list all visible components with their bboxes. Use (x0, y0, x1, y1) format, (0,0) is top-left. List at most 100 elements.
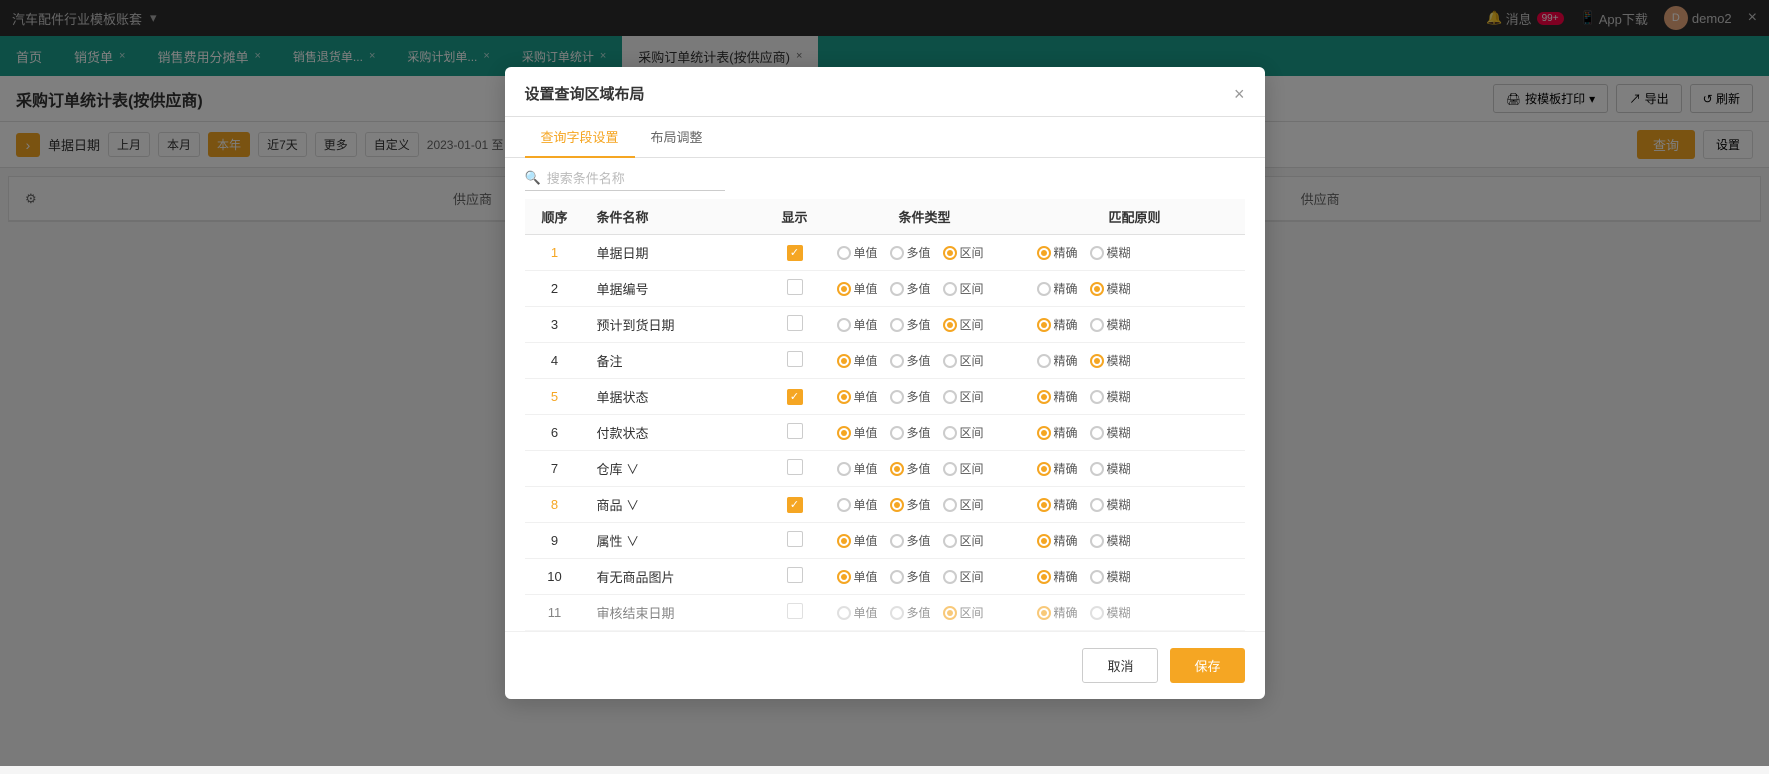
cell-name: 单据状态 (585, 379, 765, 414)
type-multi[interactable]: 多值 (890, 424, 931, 441)
match-fuzzy[interactable]: 模糊 (1090, 496, 1131, 513)
radio-single (837, 318, 851, 332)
type-single[interactable]: 单值 (837, 460, 878, 477)
match-fuzzy[interactable]: 模糊 (1090, 280, 1131, 297)
type-multi[interactable]: 多值 (890, 496, 931, 513)
match-exact[interactable]: 精确 (1037, 280, 1078, 297)
display-checkbox[interactable] (787, 459, 803, 475)
table-row: 11 审核结束日期 单值 多值 区间 精确 模糊 (525, 595, 1245, 631)
type-range[interactable]: 区间 (943, 352, 984, 369)
type-single[interactable]: 单值 (837, 604, 878, 621)
radio-exact (1037, 570, 1051, 584)
search-input[interactable] (547, 171, 707, 186)
settings-dialog: 设置查询区域布局 × 查询字段设置 布局调整 🔍 顺序 条件名称 显示 条件类型… (505, 67, 1265, 699)
type-multi[interactable]: 多值 (890, 280, 931, 297)
match-fuzzy[interactable]: 模糊 (1090, 316, 1131, 333)
type-multi[interactable]: 多值 (890, 316, 931, 333)
type-range[interactable]: 区间 (943, 424, 984, 441)
type-multi[interactable]: 多值 (890, 604, 931, 621)
cell-display[interactable] (765, 488, 825, 521)
display-checkbox[interactable] (787, 423, 803, 439)
type-single[interactable]: 单值 (837, 280, 878, 297)
match-fuzzy[interactable]: 模糊 (1090, 424, 1131, 441)
match-exact[interactable]: 精确 (1037, 568, 1078, 585)
match-fuzzy[interactable]: 模糊 (1090, 352, 1131, 369)
match-fuzzy[interactable]: 模糊 (1090, 244, 1131, 261)
tab-query-fields[interactable]: 查询字段设置 (525, 117, 635, 158)
type-range[interactable]: 区间 (943, 244, 984, 261)
radio-exact (1037, 390, 1051, 404)
display-checkbox[interactable] (787, 279, 803, 295)
match-exact[interactable]: 精确 (1037, 316, 1078, 333)
type-range[interactable]: 区间 (943, 532, 984, 549)
cell-display[interactable] (765, 523, 825, 558)
type-multi[interactable]: 多值 (890, 460, 931, 477)
type-single[interactable]: 单值 (837, 496, 878, 513)
match-exact[interactable]: 精确 (1037, 388, 1078, 405)
radio-multi (890, 318, 904, 332)
tab-layout[interactable]: 布局调整 (635, 117, 719, 158)
cell-type: 单值 多值 区间 (825, 596, 1025, 629)
radio-single (837, 606, 851, 620)
cell-display[interactable] (765, 343, 825, 378)
cell-display[interactable] (765, 451, 825, 486)
match-fuzzy[interactable]: 模糊 (1090, 568, 1131, 585)
type-range[interactable]: 区间 (943, 280, 984, 297)
type-range[interactable]: 区间 (943, 496, 984, 513)
display-checkbox[interactable] (787, 245, 803, 261)
match-exact[interactable]: 精确 (1037, 244, 1078, 261)
type-single[interactable]: 单值 (837, 532, 878, 549)
radio-single (837, 570, 851, 584)
type-single[interactable]: 单值 (837, 424, 878, 441)
cell-display[interactable] (765, 271, 825, 306)
cell-name: 有无商品图片 (585, 559, 765, 594)
match-exact[interactable]: 精确 (1037, 604, 1078, 621)
display-checkbox[interactable] (787, 531, 803, 547)
match-exact[interactable]: 精确 (1037, 496, 1078, 513)
type-single[interactable]: 单值 (837, 568, 878, 585)
save-button[interactable]: 保存 (1170, 648, 1244, 683)
radio-exact (1037, 282, 1051, 296)
dialog-tabs: 查询字段设置 布局调整 (505, 117, 1265, 158)
type-range[interactable]: 区间 (943, 316, 984, 333)
cell-display[interactable] (765, 415, 825, 450)
type-range[interactable]: 区间 (943, 388, 984, 405)
match-exact[interactable]: 精确 (1037, 532, 1078, 549)
display-checkbox[interactable] (787, 603, 803, 619)
type-multi[interactable]: 多值 (890, 388, 931, 405)
match-exact[interactable]: 精确 (1037, 424, 1078, 441)
type-single[interactable]: 单值 (837, 316, 878, 333)
type-multi[interactable]: 多值 (890, 244, 931, 261)
type-range[interactable]: 区间 (943, 568, 984, 585)
display-checkbox[interactable] (787, 567, 803, 583)
cell-display[interactable] (765, 236, 825, 269)
dialog-close-button[interactable]: × (1234, 85, 1245, 103)
display-checkbox[interactable] (787, 497, 803, 513)
radio-single (837, 282, 851, 296)
cell-display[interactable] (765, 307, 825, 342)
type-range[interactable]: 区间 (943, 604, 984, 621)
cell-order: 9 (525, 525, 585, 556)
cell-name: 单据编号 (585, 271, 765, 306)
type-multi[interactable]: 多值 (890, 352, 931, 369)
type-range[interactable]: 区间 (943, 460, 984, 477)
match-fuzzy[interactable]: 模糊 (1090, 604, 1131, 621)
display-checkbox[interactable] (787, 315, 803, 331)
type-single[interactable]: 单值 (837, 388, 878, 405)
type-single[interactable]: 单值 (837, 352, 878, 369)
radio-single (837, 390, 851, 404)
display-checkbox[interactable] (787, 389, 803, 405)
match-fuzzy[interactable]: 模糊 (1090, 532, 1131, 549)
type-single[interactable]: 单值 (837, 244, 878, 261)
display-checkbox[interactable] (787, 351, 803, 367)
type-multi[interactable]: 多值 (890, 532, 931, 549)
match-exact[interactable]: 精确 (1037, 352, 1078, 369)
cancel-button[interactable]: 取消 (1082, 648, 1158, 683)
match-exact[interactable]: 精确 (1037, 460, 1078, 477)
cell-display[interactable] (765, 559, 825, 594)
match-fuzzy[interactable]: 模糊 (1090, 388, 1131, 405)
type-multi[interactable]: 多值 (890, 568, 931, 585)
cell-display[interactable] (765, 380, 825, 413)
match-fuzzy[interactable]: 模糊 (1090, 460, 1131, 477)
cell-display[interactable] (765, 595, 825, 630)
